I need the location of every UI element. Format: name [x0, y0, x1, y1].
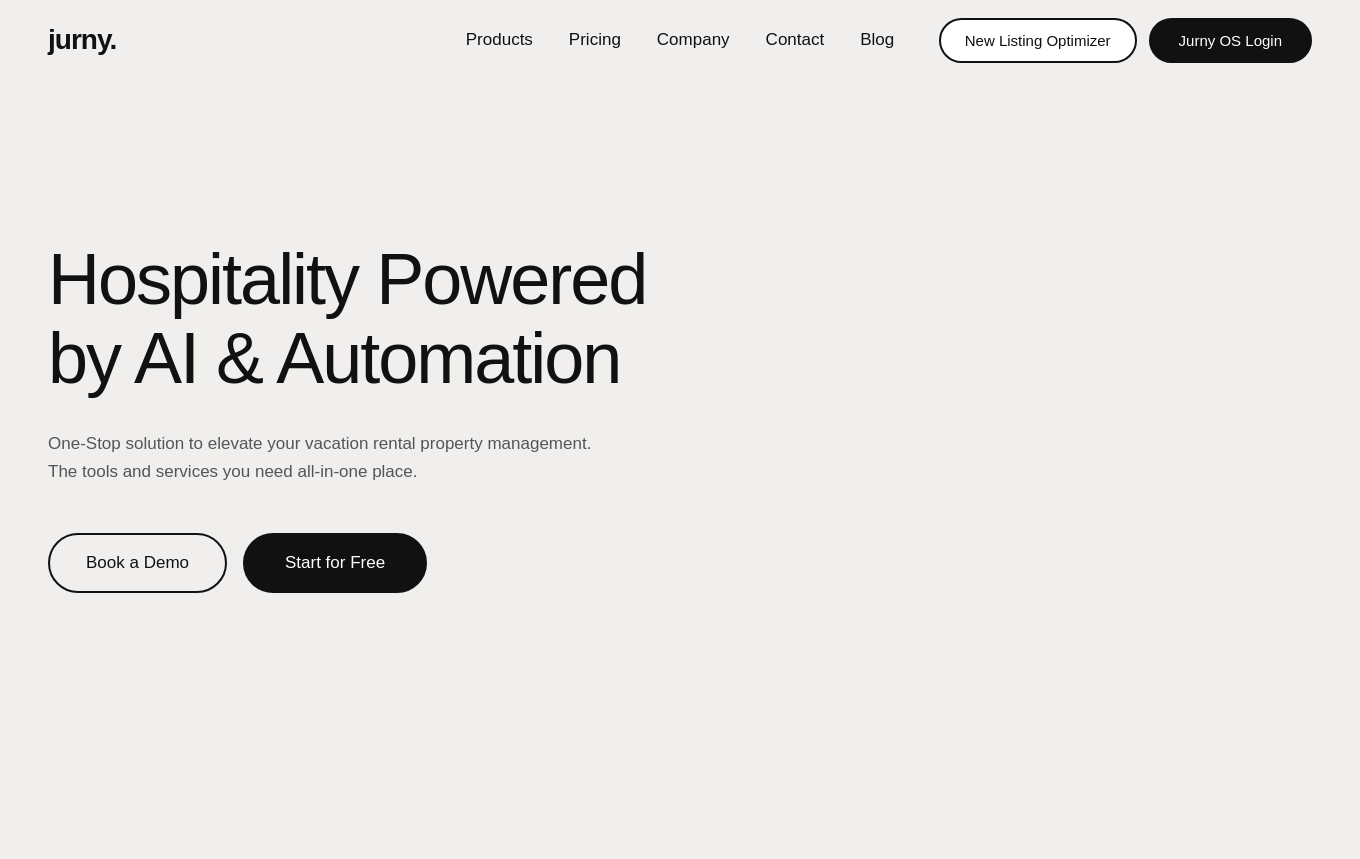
header: jurny. Products Pricing Company Contact …: [0, 0, 1360, 80]
new-listing-button[interactable]: New Listing Optimizer: [939, 18, 1137, 63]
nav-contact[interactable]: Contact: [766, 30, 825, 50]
hero-title: Hospitality Powered by AI & Automation: [48, 240, 688, 398]
hero-buttons: Book a Demo Start for Free: [48, 533, 1312, 593]
nav-company[interactable]: Company: [657, 30, 730, 50]
nav-pricing[interactable]: Pricing: [569, 30, 621, 50]
hero-title-line2: by AI & Automation: [48, 318, 620, 398]
nav-blog[interactable]: Blog: [860, 30, 894, 50]
nav-products[interactable]: Products: [466, 30, 533, 50]
logo[interactable]: jurny.: [48, 24, 116, 56]
book-demo-button[interactable]: Book a Demo: [48, 533, 227, 593]
header-buttons: New Listing Optimizer Jurny OS Login: [939, 18, 1312, 63]
hero-subtitle: One-Stop solution to elevate your vacati…: [48, 430, 608, 484]
start-free-button[interactable]: Start for Free: [243, 533, 427, 593]
login-button[interactable]: Jurny OS Login: [1149, 18, 1312, 63]
hero-section: Hospitality Powered by AI & Automation O…: [0, 80, 1360, 593]
main-nav: Products Pricing Company Contact Blog: [466, 30, 894, 50]
hero-title-line1: Hospitality Powered: [48, 239, 646, 319]
